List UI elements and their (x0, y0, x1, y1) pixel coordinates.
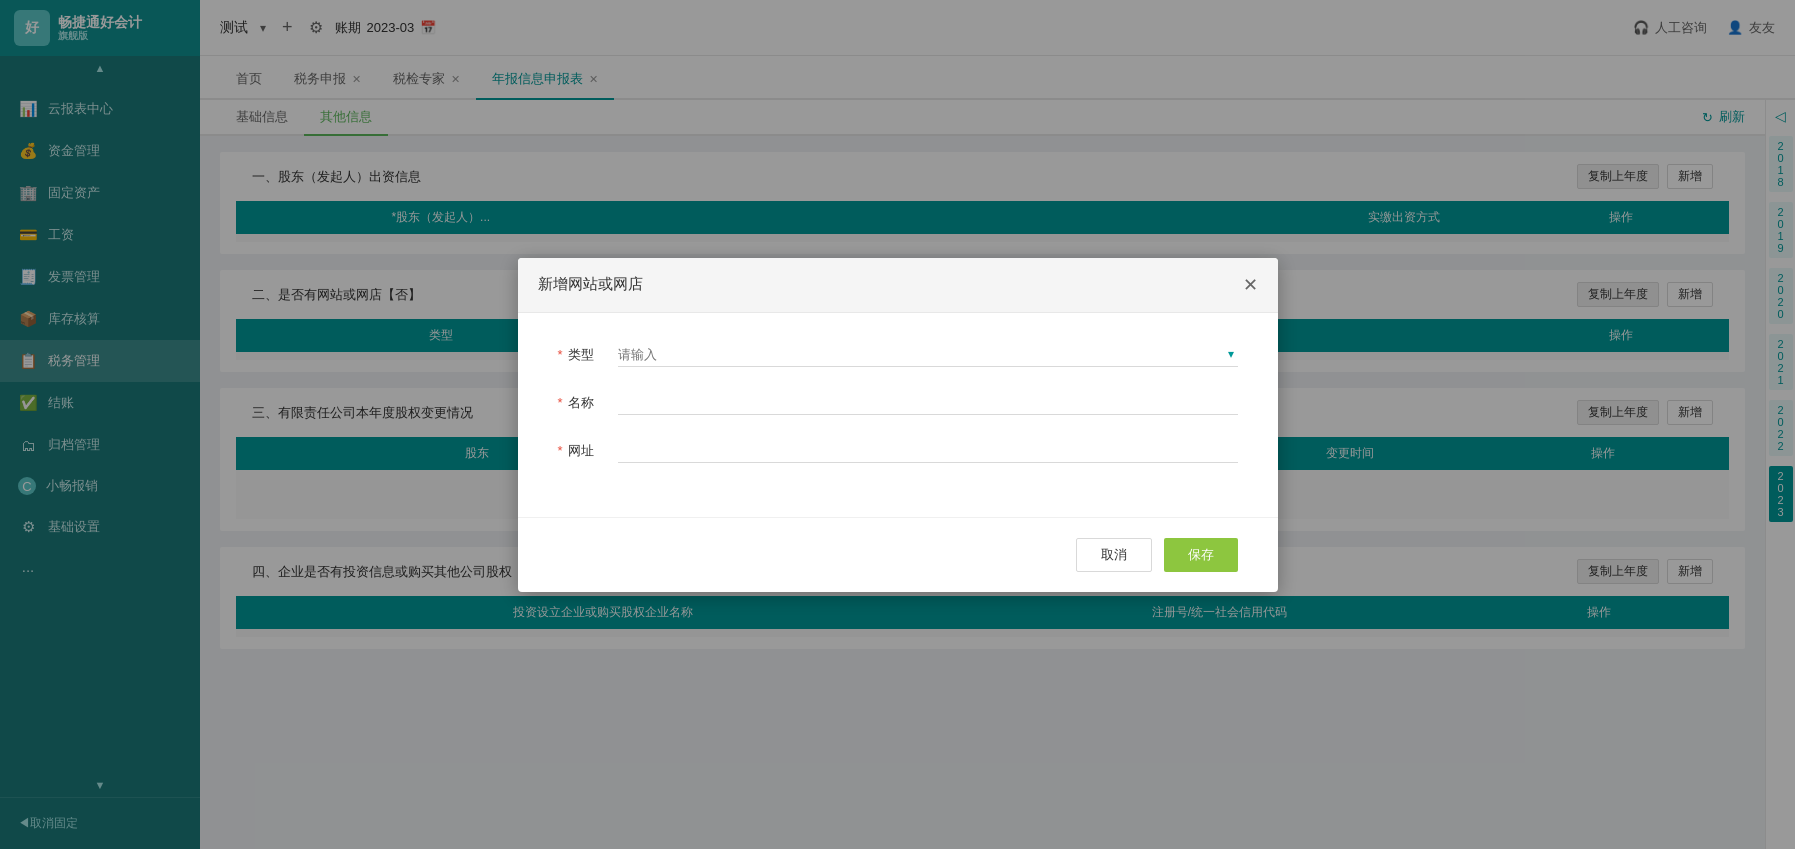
add-website-modal: 新增网站或网店 ✕ * 类型 ▾ * 名称 (518, 258, 1278, 592)
name-input[interactable] (618, 391, 1238, 414)
form-row-type: * 类型 ▾ (558, 343, 1238, 367)
modal-body: * 类型 ▾ * 名称 * (518, 313, 1278, 517)
modal-title: 新增网站或网店 (538, 275, 643, 294)
cancel-button[interactable]: 取消 (1076, 538, 1152, 572)
required-mark-name: * (558, 395, 563, 410)
url-label: * 网址 (558, 442, 618, 460)
form-row-url: * 网址 (558, 439, 1238, 463)
name-input-wrapper (618, 391, 1238, 415)
url-input-wrapper (618, 439, 1238, 463)
url-label-text: 网址 (568, 443, 594, 458)
name-label-text: 名称 (568, 395, 594, 410)
type-label: * 类型 (558, 346, 618, 364)
name-label: * 名称 (558, 394, 618, 412)
type-label-text: 类型 (568, 347, 594, 362)
type-input[interactable] (618, 343, 1238, 366)
modal-footer: 取消 保存 (518, 517, 1278, 592)
required-mark-type: * (558, 347, 563, 362)
type-dropdown-arrow[interactable]: ▾ (1228, 347, 1234, 361)
modal-close-button[interactable]: ✕ (1243, 274, 1258, 296)
form-row-name: * 名称 (558, 391, 1238, 415)
type-input-wrapper: ▾ (618, 343, 1238, 367)
modal-overlay: 新增网站或网店 ✕ * 类型 ▾ * 名称 (0, 0, 1795, 849)
required-mark-url: * (558, 443, 563, 458)
save-button[interactable]: 保存 (1164, 538, 1238, 572)
modal-header: 新增网站或网店 ✕ (518, 258, 1278, 313)
url-input[interactable] (618, 439, 1238, 462)
